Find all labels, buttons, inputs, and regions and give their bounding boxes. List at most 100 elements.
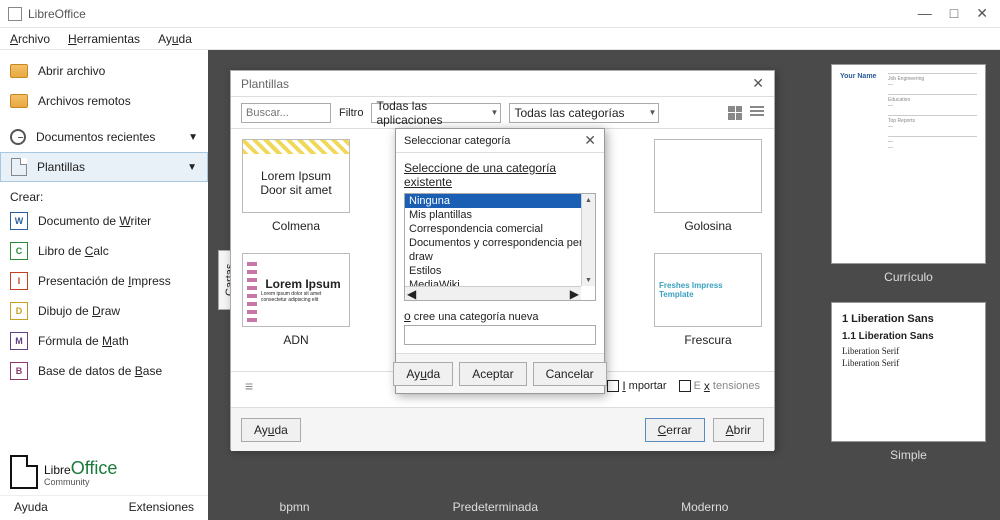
calc-icon: C [10, 242, 28, 260]
new-category-input[interactable] [404, 325, 596, 345]
dialog-title: Plantillas [241, 77, 752, 91]
template-thumb-simple[interactable]: 1 Liberation Sans 1.1 Liberation Sans Li… [831, 302, 986, 462]
thumb-label: bpmn [280, 500, 310, 514]
template-golosina[interactable]: CANDY TEMPLATE Golosina [653, 139, 763, 233]
slide-title: Lorem Ipsum [265, 277, 340, 291]
close-button[interactable]: ✕ [976, 5, 988, 22]
thumb-label: Predeterminada [453, 500, 538, 514]
thumb-label: Simple [890, 448, 927, 462]
minimize-button[interactable]: — [918, 5, 932, 22]
extensions-icon [679, 380, 691, 392]
impress-icon: I [10, 272, 28, 290]
filter-category-combo[interactable]: Todas las categorías ▼ [509, 103, 659, 123]
combo-value: Todas las categorías [514, 106, 624, 120]
sidebar-item-label: Documento de Writer [38, 214, 151, 228]
clock-icon [10, 129, 26, 145]
menu-icon[interactable]: ≡ [245, 378, 253, 394]
import-icon [607, 380, 619, 392]
category-item[interactable]: Correspondencia comercial [405, 222, 581, 236]
slide-title: CANDY TEMPLATE [659, 162, 757, 190]
grid-view-icon[interactable] [728, 106, 742, 120]
menu-ayuda[interactable]: Ayuda [158, 32, 192, 46]
help-button[interactable]: Ayuda [241, 418, 301, 442]
accept-button[interactable]: Aceptar [459, 362, 526, 386]
template-label: Golosina [684, 219, 731, 233]
extensions-action[interactable]: Extensiones [679, 379, 760, 393]
sidebar-new-calc[interactable]: C Libro de Calc [0, 236, 208, 266]
sidebar-item-label: Plantillas [37, 160, 85, 174]
template-label: Colmena [272, 219, 320, 233]
folder-icon [10, 64, 28, 78]
sidebar-templates[interactable]: Plantillas ▼ [0, 152, 208, 182]
sidebar-new-writer[interactable]: W Documento de Writer [0, 206, 208, 236]
new-category-label: o cree una categoría nueva [404, 309, 596, 323]
sidebar-extensions-link[interactable]: Extensiones [129, 500, 194, 514]
sidebar-open-file[interactable]: Abrir archivo [0, 56, 208, 86]
app-title: LibreOffice [28, 7, 918, 21]
close-icon[interactable]: ✕ [584, 132, 596, 149]
sidebar-item-label: Presentación de Impress [38, 274, 171, 288]
sidebar-new-base[interactable]: B Base de datos de Base [0, 356, 208, 386]
chevron-down-icon: ▼ [649, 108, 657, 117]
maximize-button[interactable]: □ [950, 5, 958, 22]
template-frescura[interactable]: Freshes Impress Template Frescura [653, 253, 763, 347]
template-icon [11, 158, 27, 176]
sidebar-remote-files[interactable]: Archivos remotos [0, 86, 208, 116]
filter-app-combo[interactable]: Todas las aplicaciones▼ [371, 103, 501, 123]
logo-icon [10, 455, 38, 489]
template-label: Frescura [684, 333, 731, 347]
dialog-title: Seleccionar categoría [404, 135, 584, 147]
category-item[interactable]: Ninguna [405, 194, 581, 208]
sidebar-item-label: Abrir archivo [38, 64, 105, 78]
close-button[interactable]: Cerrar [645, 418, 705, 442]
chevron-down-icon: ▼ [491, 108, 499, 117]
sidebar-recent[interactable]: Documentos recientes ▼ [0, 122, 208, 152]
slide-title: Lorem Ipsum [261, 169, 331, 183]
thumb-label: Moderno [681, 500, 728, 514]
open-button[interactable]: Abrir [713, 418, 764, 442]
template-thumb-curriculo[interactable]: Your Name Job Engineering— Education— To… [831, 64, 986, 284]
sidebar-item-label: Archivos remotos [38, 94, 131, 108]
sidebar-item-label: Dibujo de Draw [38, 304, 120, 318]
template-adn[interactable]: Lorem IpsumLorem ipsum dolor sit amet co… [241, 253, 351, 347]
help-button[interactable]: Ayuda [393, 362, 453, 386]
category-item[interactable]: draw [405, 250, 581, 264]
category-listbox[interactable]: Ninguna Mis plantillas Correspondencia c… [404, 193, 596, 301]
category-dialog: Seleccionar categoría ✕ Seleccione de un… [395, 128, 605, 394]
start-sidebar: Abrir archivo Archivos remotos Documento… [0, 50, 208, 520]
close-icon[interactable]: ✕ [752, 75, 764, 92]
slide-title: Freshes Impress Template [659, 281, 757, 299]
sidebar-help-link[interactable]: Ayuda [14, 500, 48, 514]
cancel-button[interactable]: Cancelar [533, 362, 607, 386]
category-item[interactable]: Mis plantillas [405, 208, 581, 222]
thumb-label: Currículo [884, 270, 933, 284]
template-colmena[interactable]: Lorem IpsumDoor sit amet Colmena [241, 139, 351, 233]
menu-archivo[interactable]: AArchivorchivo [10, 32, 50, 46]
writer-icon: W [10, 212, 28, 230]
chevron-down-icon: ▼ [187, 162, 197, 173]
sidebar-new-math[interactable]: M Fórmula de Math [0, 326, 208, 356]
combo-value: Todas las aplicaciones [376, 99, 496, 127]
chevron-down-icon: ▼ [188, 132, 198, 143]
sidebar-new-draw[interactable]: D Dibujo de Draw [0, 296, 208, 326]
logo: LibreOffice Community [0, 449, 208, 495]
list-view-icon[interactable] [750, 106, 764, 120]
heading: 1 Liberation Sans [842, 313, 975, 325]
sidebar-item-label: Base de datos de Base [38, 364, 162, 378]
sidebar-item-label: Documentos recientes [36, 130, 155, 144]
cv-name: Your Name [840, 73, 880, 80]
logo-text: LibreOffice [44, 458, 117, 479]
import-action[interactable]: Importar [607, 379, 666, 393]
sidebar-item-label: Libro de Calc [38, 244, 109, 258]
body-text: Liberation Serif [842, 346, 975, 356]
category-item[interactable]: Estilos [405, 264, 581, 278]
menu-herramientas[interactable]: Herramientas [68, 32, 140, 46]
horizontal-scrollbar[interactable]: ◀▶ [405, 286, 581, 300]
category-item[interactable]: Documentos y correspondencia personal [405, 236, 581, 250]
search-input[interactable] [241, 103, 331, 123]
sidebar-new-impress[interactable]: I Presentación de Impress [0, 266, 208, 296]
vertical-scrollbar[interactable]: ▲▼ [581, 194, 595, 286]
math-icon: M [10, 332, 28, 350]
menubar: AArchivorchivo Herramientas Ayuda [0, 28, 1000, 50]
template-label: ADN [283, 333, 308, 347]
